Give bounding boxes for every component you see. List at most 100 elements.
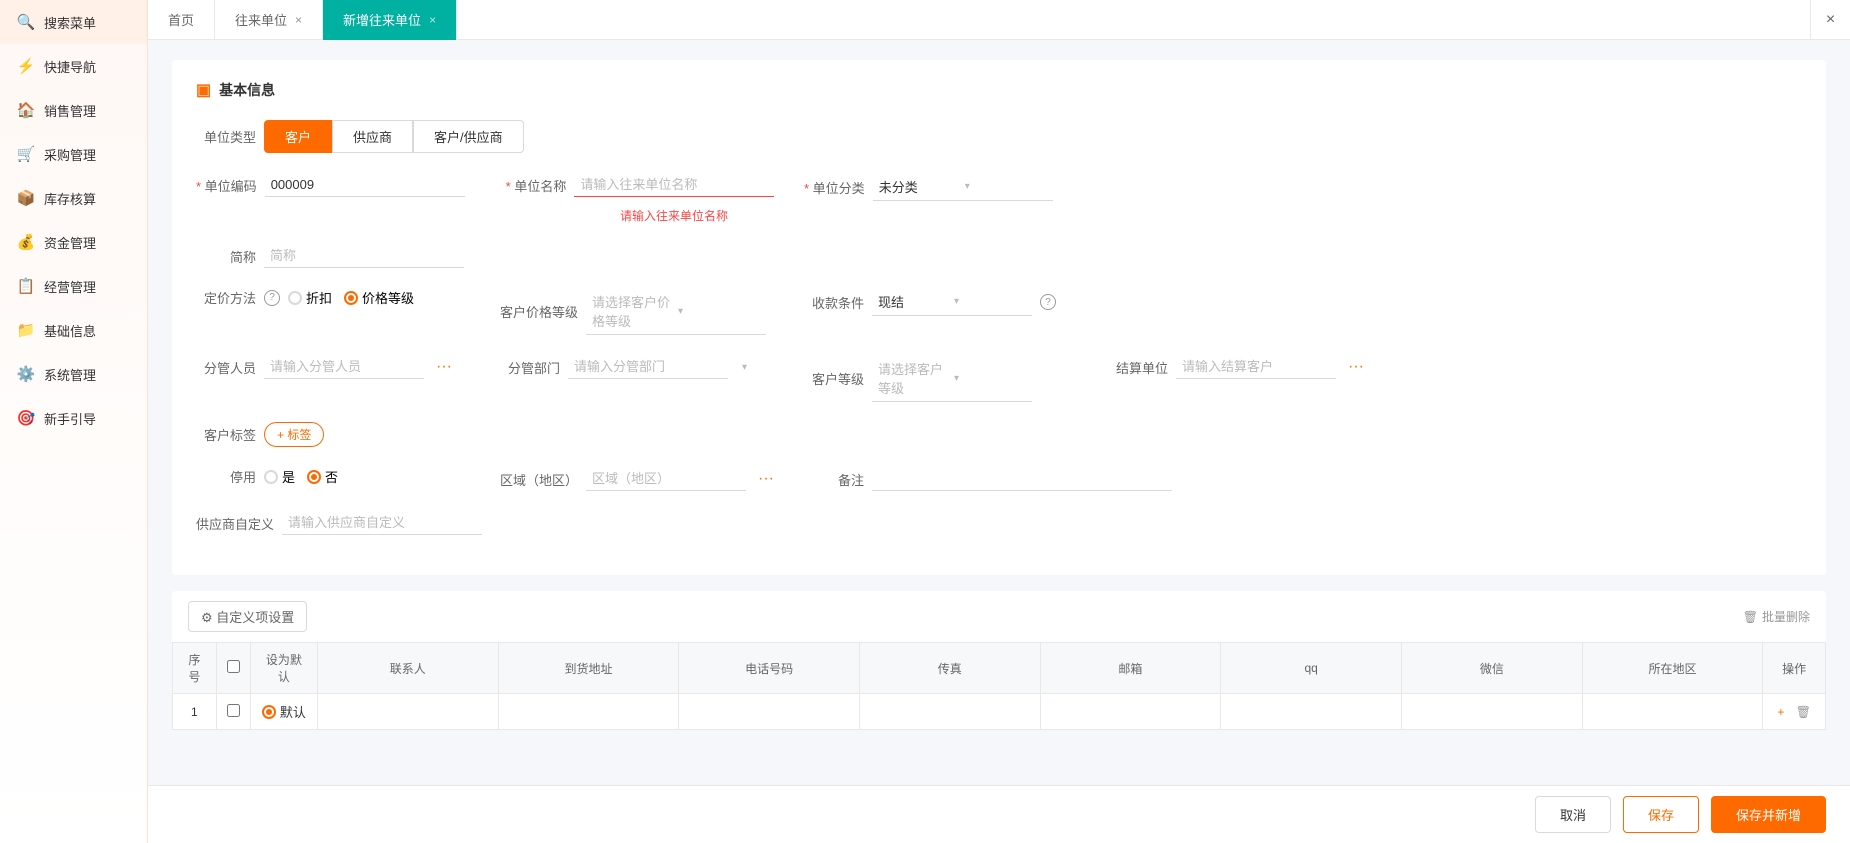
row-region-input[interactable]: [1593, 704, 1753, 719]
row-checkbox[interactable]: [227, 704, 240, 717]
row-check[interactable]: [216, 694, 250, 730]
sidebar-item-label: 销售管理: [44, 101, 96, 120]
col-seq: 序号: [173, 643, 217, 694]
department-input[interactable]: [568, 355, 728, 379]
pricing-row: 定价方法 ? 折扣 价格等级 客户价格等级: [196, 288, 1802, 335]
radio-no[interactable]: 否: [307, 467, 338, 486]
pricing-help-icon[interactable]: ?: [264, 290, 280, 306]
row-wechat[interactable]: [1402, 694, 1583, 730]
tab-new-partner-close[interactable]: ×: [429, 13, 436, 27]
tab-bar: 首页 往来单位 × 新增往来单位 × ×: [148, 0, 1850, 40]
sidebar-item-quicknav[interactable]: ⚡ 快捷导航: [0, 44, 147, 88]
region-more-icon[interactable]: ···: [754, 470, 778, 488]
radio-yes[interactable]: 是: [264, 467, 295, 486]
unit-name-input[interactable]: [574, 173, 774, 197]
basic-icon: 📁: [16, 320, 36, 340]
code-name-category-row: 单位编码 单位名称 请输入往来单位名称 单位分类 未分类 ▾: [196, 173, 1802, 224]
radio-price-level-circle: [344, 291, 358, 305]
remark-input[interactable]: [872, 467, 1172, 491]
tab-home[interactable]: 首页: [148, 0, 215, 40]
sidebar-item-purchase[interactable]: 🛒 采购管理: [0, 132, 147, 176]
unit-category-label: 单位分类: [804, 178, 865, 197]
sidebar-item-operations[interactable]: 📋 经营管理: [0, 264, 147, 308]
row-contact[interactable]: [317, 694, 498, 730]
radio-discount[interactable]: 折扣: [288, 288, 332, 307]
add-tag-button[interactable]: + 标签: [264, 422, 324, 447]
custom-settings-button[interactable]: ⚙ 自定义项设置: [188, 601, 307, 632]
unit-btn-both[interactable]: 客户/供应商: [413, 120, 524, 153]
settlement-unit-input[interactable]: [1176, 355, 1336, 379]
customer-level-placeholder: 请选择客户等级: [878, 359, 950, 397]
tab-new-partner[interactable]: 新增往来单位 ×: [323, 0, 457, 40]
sidebar-item-sales[interactable]: 🏠 销售管理: [0, 88, 147, 132]
row-email-input[interactable]: [1051, 704, 1211, 719]
department-select-chevron[interactable]: ▾: [736, 358, 756, 377]
row-fax[interactable]: [859, 694, 1040, 730]
table-toolbar: ⚙ 自定义项设置 🗑 批量删除: [172, 591, 1826, 642]
sidebar-item-search[interactable]: 🔍 搜索菜单: [0, 0, 147, 44]
sidebar-item-finance[interactable]: 💰 资金管理: [0, 220, 147, 264]
payment-terms-select[interactable]: 现结 ▾: [872, 288, 1032, 316]
unit-category-select[interactable]: 未分类 ▾: [873, 173, 1053, 201]
remark-group: 备注: [804, 467, 1172, 491]
basic-info-section: ▣ 基本信息 单位类型 客户 供应商 客户/供应商 单位编码: [172, 60, 1826, 575]
unit-btn-supplier[interactable]: 供应商: [332, 120, 413, 153]
cancel-button[interactable]: 取消: [1535, 796, 1611, 833]
operations-icon: 📋: [16, 276, 36, 296]
tab-partners-close[interactable]: ×: [295, 13, 302, 27]
header-checkbox[interactable]: [227, 660, 240, 673]
row-default-radio[interactable]: 默认: [261, 702, 307, 721]
row-email[interactable]: [1040, 694, 1221, 730]
unit-name-error: 请输入往来单位名称: [620, 207, 728, 224]
contact-table: 序号 设为默认 联系人 到货地址 电话号码 传真 邮箱 qq 微信 所在地区 操…: [172, 642, 1826, 730]
customer-tag-group: 客户标签 + 标签: [196, 422, 476, 447]
row-address[interactable]: [498, 694, 679, 730]
col-email: 邮箱: [1040, 643, 1221, 694]
batch-delete-button[interactable]: 🗑 批量删除: [1743, 608, 1810, 625]
region-input[interactable]: [586, 467, 746, 491]
sidebar-item-guide[interactable]: 🎯 新手引导: [0, 396, 147, 440]
payment-help-icon[interactable]: ?: [1040, 294, 1056, 310]
sidebar-item-inventory[interactable]: 📦 库存核算: [0, 176, 147, 220]
pricing-method-label: 定价方法: [196, 288, 256, 307]
table-row: 1 默认: [173, 694, 1826, 730]
sidebar-item-label: 经营管理: [44, 277, 96, 296]
sales-icon: 🏠: [16, 100, 36, 120]
supplier-custom-input[interactable]: [282, 511, 482, 535]
row-address-input[interactable]: [509, 704, 669, 719]
row-seq: 1: [173, 694, 217, 730]
sidebar-item-basic[interactable]: 📁 基础信息: [0, 308, 147, 352]
row-phone[interactable]: [679, 694, 860, 730]
row-wechat-input[interactable]: [1412, 704, 1572, 719]
row-qq[interactable]: [1221, 694, 1402, 730]
row-fax-input[interactable]: [870, 704, 1030, 719]
manager-more-icon[interactable]: ···: [432, 358, 456, 376]
row-add-button[interactable]: +: [1777, 705, 1784, 719]
row-phone-input[interactable]: [689, 704, 849, 719]
system-icon: ⚙️: [16, 364, 36, 384]
sidebar-item-label: 快捷导航: [44, 57, 96, 76]
row-contact-input[interactable]: [328, 704, 488, 719]
save-and-new-button[interactable]: 保存并新增: [1711, 796, 1826, 833]
sidebar-item-system[interactable]: ⚙️ 系统管理: [0, 352, 147, 396]
customer-price-level-select[interactable]: 请选择客户价格等级 ▾: [586, 288, 766, 335]
save-button[interactable]: 保存: [1623, 796, 1699, 833]
customer-level-group: 客户等级 请选择客户等级 ▾: [804, 355, 1084, 402]
supplier-custom-group: 供应商自定义: [196, 511, 482, 535]
chevron-down-icon5: ▾: [954, 373, 1026, 384]
row-qq-input[interactable]: [1231, 704, 1391, 719]
settlement-more-icon[interactable]: ···: [1344, 358, 1368, 376]
manager-input[interactable]: [264, 355, 424, 379]
window-close-button[interactable]: ×: [1810, 0, 1850, 40]
col-contact: 联系人: [317, 643, 498, 694]
radio-price-level[interactable]: 价格等级: [344, 288, 414, 307]
row-region[interactable]: [1582, 694, 1763, 730]
unit-code-input[interactable]: [265, 173, 465, 197]
row-delete-button[interactable]: 🗑: [1796, 705, 1811, 719]
tab-partners[interactable]: 往来单位 ×: [215, 0, 323, 40]
unit-btn-customer[interactable]: 客户: [264, 120, 332, 153]
payment-terms-value: 现结: [878, 292, 950, 311]
customer-level-select[interactable]: 请选择客户等级 ▾: [872, 355, 1032, 402]
shortname-input[interactable]: [264, 244, 464, 268]
customer-price-level-label: 客户价格等级: [500, 302, 578, 321]
